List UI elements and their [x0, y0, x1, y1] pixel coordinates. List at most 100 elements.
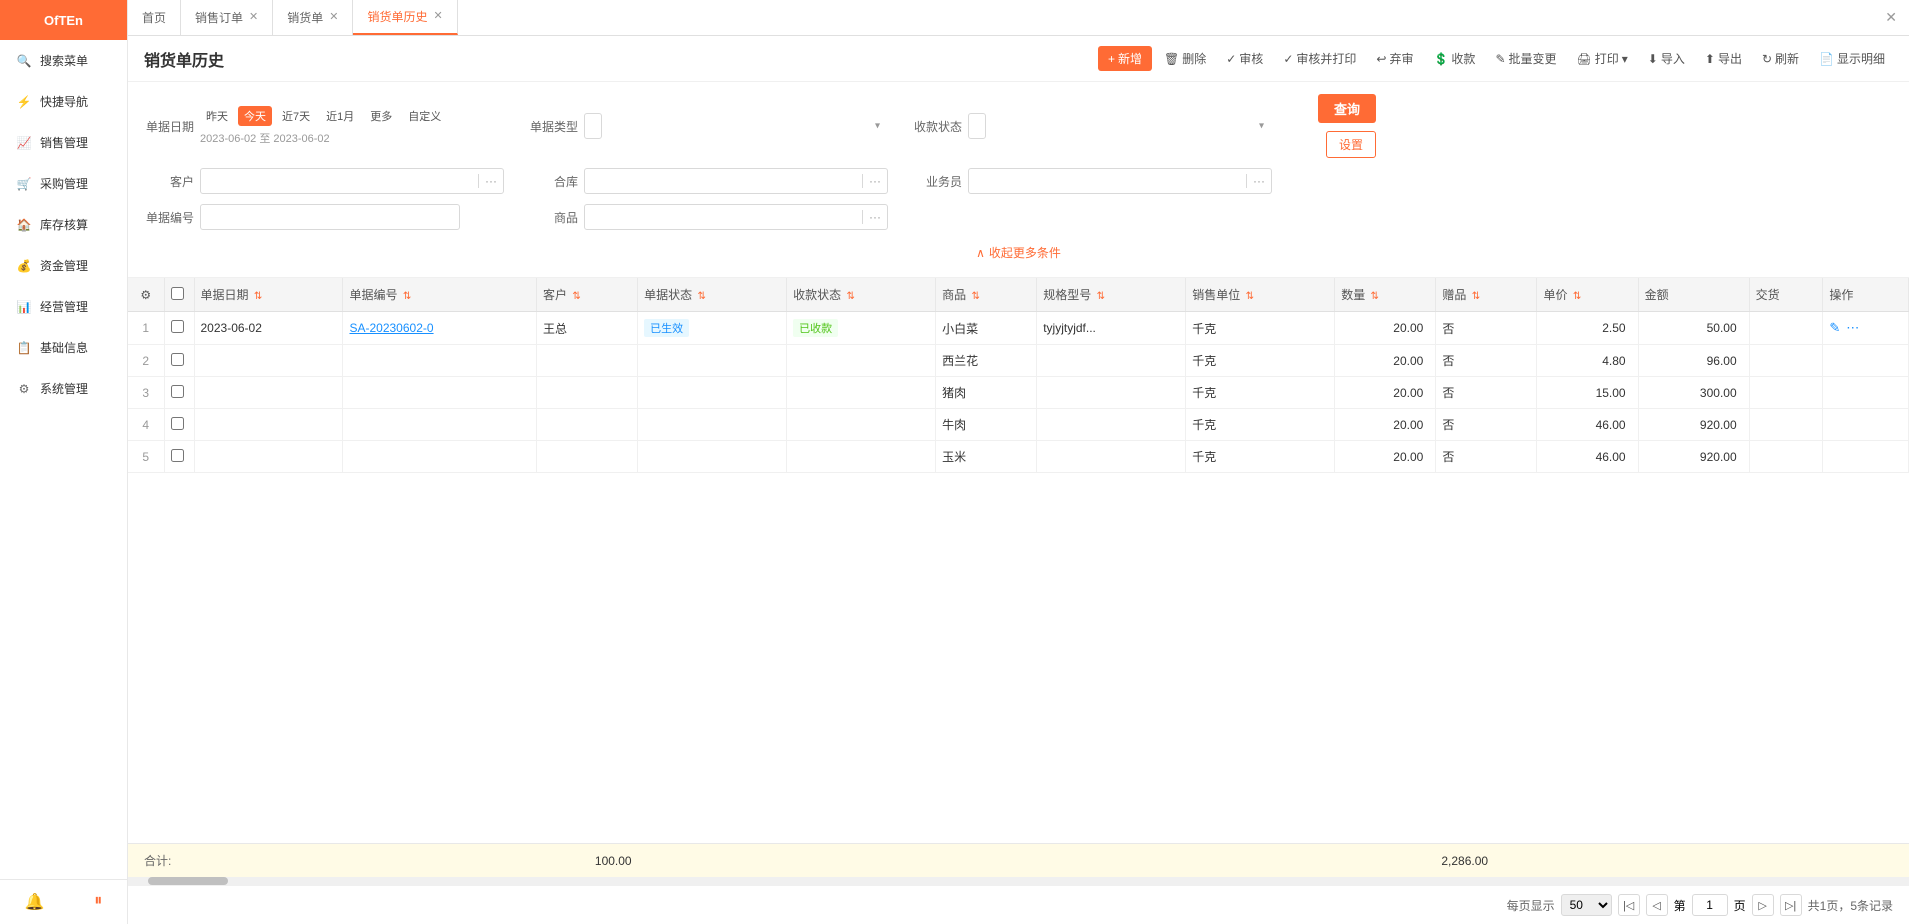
doc-date-cell: 2023-06-02: [194, 312, 343, 345]
sidebar-item-purchase-mgmt[interactable]: 🛒 采购管理: [0, 163, 127, 204]
qty-cell: 20.00: [1335, 409, 1436, 441]
col-customer[interactable]: 客户 ⇅: [536, 278, 637, 312]
doc-type-select[interactable]: [584, 113, 602, 139]
import-button[interactable]: ⬇ 导入: [1640, 46, 1693, 71]
product-input[interactable]: [585, 210, 862, 224]
row-checkbox[interactable]: [171, 385, 184, 398]
collect-button[interactable]: 💲 收款: [1425, 46, 1483, 71]
col-transaction[interactable]: 交货: [1749, 278, 1823, 312]
abandon-button[interactable]: ↩ 弃审: [1368, 46, 1421, 71]
col-qty[interactable]: 数量 ⇅: [1335, 278, 1436, 312]
tab-sales-order[interactable]: 销售订单 ✕: [181, 0, 273, 35]
col-doc-status[interactable]: 单据状态 ⇅: [638, 278, 787, 312]
col-gift[interactable]: 赠品 ⇅: [1436, 278, 1537, 312]
date-btn-7days[interactable]: 近7天: [276, 106, 316, 126]
date-btn-custom[interactable]: 自定义: [402, 106, 447, 126]
salesperson-input[interactable]: [969, 174, 1246, 188]
col-spec-type[interactable]: 规格型号 ⇅: [1037, 278, 1186, 312]
unit-price-cell: 4.80: [1537, 345, 1638, 377]
customer-input[interactable]: [201, 174, 478, 188]
warehouse-dots-btn[interactable]: ···: [862, 174, 887, 188]
row-checkbox[interactable]: [171, 449, 184, 462]
show-detail-button[interactable]: 📄 显示明细: [1811, 46, 1893, 71]
close-sales-history-tab[interactable]: ✕: [434, 11, 443, 22]
date-btn-1month[interactable]: 近1月: [320, 106, 360, 126]
audit-print-button[interactable]: ✓ 审核并打印: [1275, 46, 1364, 71]
product-cell: 玉米: [936, 441, 1037, 473]
close-sales-order-tab[interactable]: ✕: [249, 12, 258, 23]
col-settings[interactable]: ⚙: [128, 278, 164, 312]
collect-status-select[interactable]: [968, 113, 986, 139]
page-number-input[interactable]: [1692, 894, 1728, 916]
more-row-icon[interactable]: ⋯: [1846, 320, 1859, 336]
row-checkbox-cell[interactable]: [164, 441, 194, 473]
warehouse-input[interactable]: [585, 174, 862, 188]
sidebar-item-quick-nav[interactable]: ⚡ 快捷导航: [0, 81, 127, 122]
sales-unit-cell: 千克: [1186, 441, 1335, 473]
add-button[interactable]: + 新增: [1098, 46, 1152, 71]
notification-icon[interactable]: 🔔: [25, 892, 45, 912]
tab-sales-goods[interactable]: 销货单 ✕: [273, 0, 353, 35]
next-page-button[interactable]: ▷: [1752, 894, 1774, 916]
pause-icon[interactable]: ⏸: [94, 892, 102, 912]
scroll-thumb[interactable]: [148, 877, 228, 885]
horizontal-scrollbar[interactable]: [128, 877, 1909, 885]
row-checkbox-cell[interactable]: [164, 377, 194, 409]
col-checkbox[interactable]: [164, 278, 194, 312]
tab-sales-history[interactable]: 销货单历史 ✕: [353, 0, 457, 35]
sidebar-item-label: 快捷导航: [40, 93, 88, 110]
sidebar-item-search-menu[interactable]: 🔍 搜索菜单: [0, 40, 127, 81]
qty-cell: 20.00: [1335, 312, 1436, 345]
row-checkbox[interactable]: [171, 353, 184, 366]
col-sales-unit[interactable]: 销售单位 ⇅: [1186, 278, 1335, 312]
date-btn-today[interactable]: 今天: [238, 106, 272, 126]
col-amount[interactable]: 金额: [1638, 278, 1749, 312]
setting-button[interactable]: 设置: [1326, 131, 1376, 158]
sidebar-item-finance[interactable]: 💰 资金管理: [0, 245, 127, 286]
refresh-button[interactable]: ↻ 刷新: [1754, 46, 1807, 71]
col-unit-price[interactable]: 单价 ⇅: [1537, 278, 1638, 312]
select-all-checkbox[interactable]: [171, 287, 184, 300]
close-window-button[interactable]: ✕: [1873, 9, 1909, 26]
row-checkbox[interactable]: [171, 417, 184, 430]
sidebar-item-sales-mgmt[interactable]: 📈 销售管理: [0, 122, 127, 163]
print-button[interactable]: 🖨 打印 ▾: [1569, 46, 1636, 71]
collapse-filter-button[interactable]: ∧ 收起更多条件: [144, 240, 1893, 265]
prev-page-button[interactable]: ◁: [1646, 894, 1668, 916]
date-btn-more[interactable]: 更多: [364, 106, 398, 126]
tab-home[interactable]: 首页: [128, 0, 181, 35]
batch-change-button[interactable]: ✎ 批量变更: [1487, 46, 1564, 71]
query-button[interactable]: 查询: [1318, 94, 1376, 123]
sidebar-item-base-info[interactable]: 📋 基础信息: [0, 327, 127, 368]
customer-dots-btn[interactable]: ···: [478, 174, 503, 188]
row-checkbox-cell[interactable]: [164, 312, 194, 345]
collect-status-cell: [787, 345, 936, 377]
col-doc-no[interactable]: 单据编号 ⇅: [343, 278, 536, 312]
first-page-button[interactable]: |◁: [1618, 894, 1640, 916]
col-product[interactable]: 商品 ⇅: [936, 278, 1037, 312]
product-dots-btn[interactable]: ···: [862, 210, 887, 224]
filter-area: 单据日期 昨天 今天 近7天 近1月 更多 自定义 2023-06-02 至 2…: [128, 82, 1909, 278]
sidebar-item-sys-mgmt[interactable]: ⚙ 系统管理: [0, 368, 127, 409]
audit-button[interactable]: ✓ 审核: [1218, 46, 1271, 71]
row-checkbox-cell[interactable]: [164, 409, 194, 441]
total-pages-info: 共1页，5条记录: [1808, 897, 1893, 914]
col-doc-date[interactable]: 单据日期 ⇅: [194, 278, 343, 312]
date-btn-yesterday[interactable]: 昨天: [200, 106, 234, 126]
sidebar-item-operations[interactable]: 📊 经营管理: [0, 286, 127, 327]
product-label: 商品: [528, 209, 578, 226]
edit-row-icon[interactable]: ✎: [1829, 320, 1840, 336]
sidebar-item-label: 资金管理: [40, 257, 88, 274]
doc-no-input[interactable]: [200, 204, 460, 230]
row-checkbox-cell[interactable]: [164, 345, 194, 377]
salesperson-dots-btn[interactable]: ···: [1246, 174, 1271, 188]
sidebar-item-inventory[interactable]: 🏠 库存核算: [0, 204, 127, 245]
delete-button[interactable]: 🗑 删除: [1156, 46, 1214, 71]
close-sales-goods-tab[interactable]: ✕: [329, 12, 338, 23]
row-checkbox[interactable]: [171, 320, 184, 333]
export-button[interactable]: ⬆ 导出: [1697, 46, 1750, 71]
page-size-select[interactable]: 50 100 200: [1561, 894, 1612, 916]
last-page-button[interactable]: ▷|: [1780, 894, 1802, 916]
doc-no-link[interactable]: SA-20230602-0: [349, 321, 433, 335]
col-collect-status[interactable]: 收款状态 ⇅: [787, 278, 936, 312]
